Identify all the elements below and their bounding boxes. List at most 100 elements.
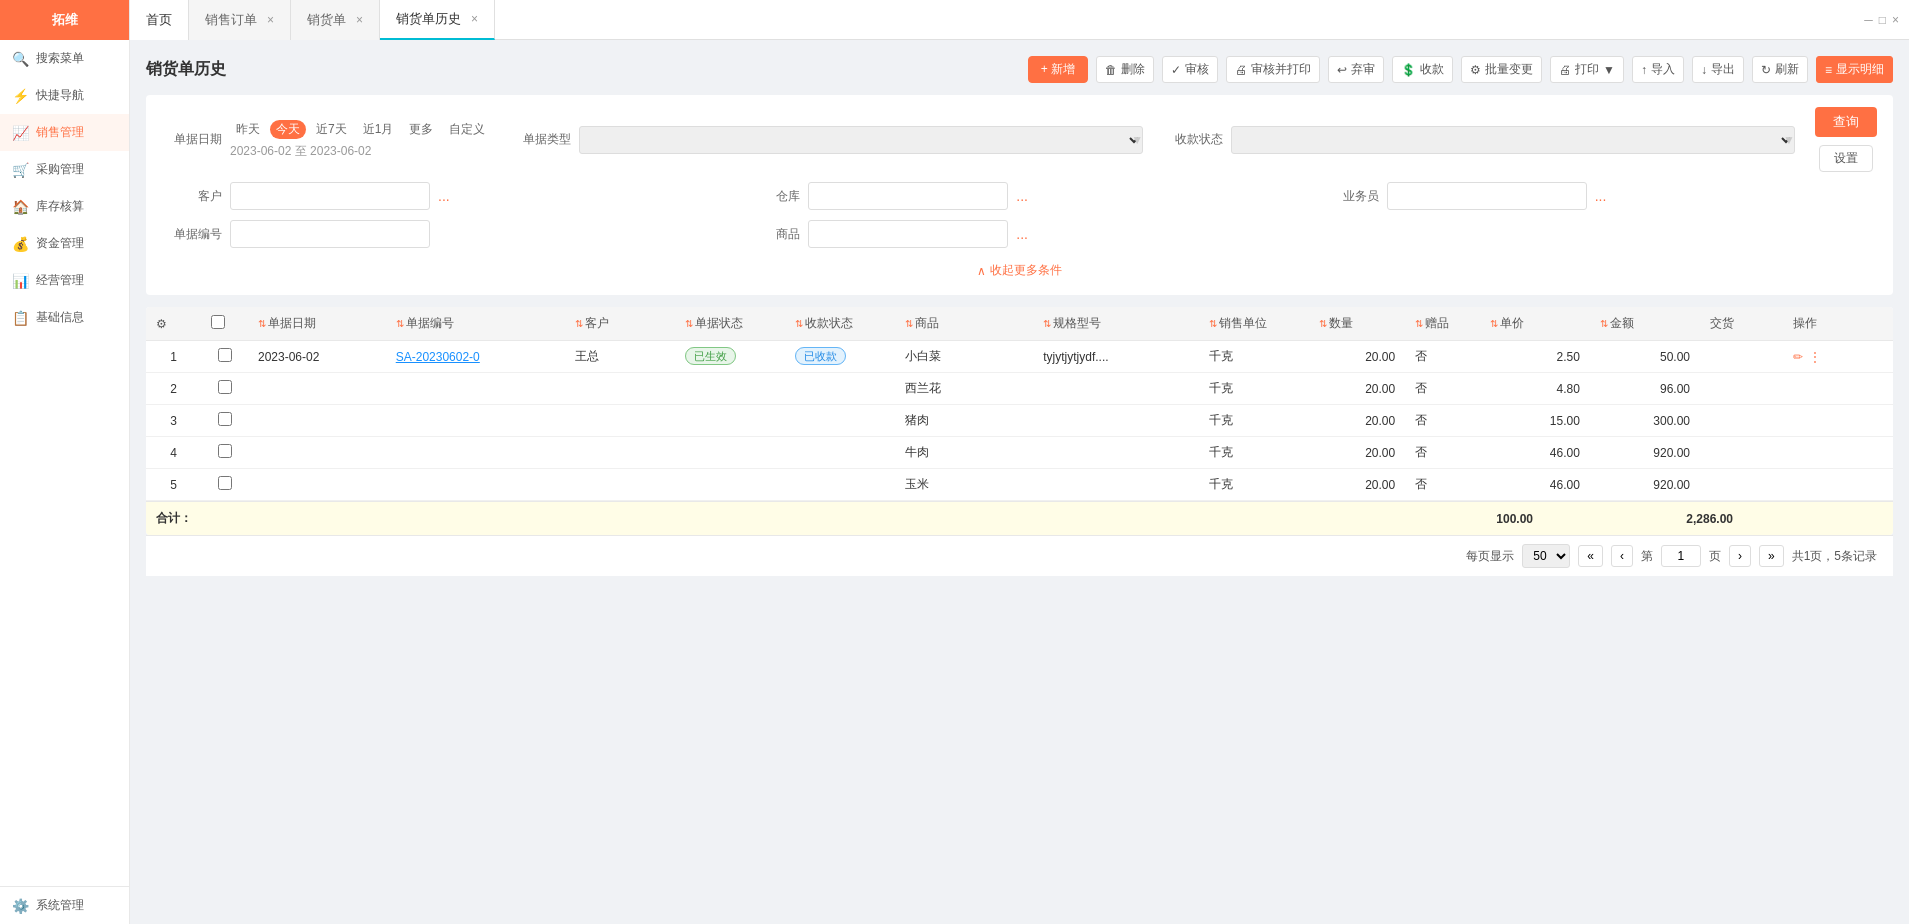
delete-button[interactable]: 🗑 删除 (1096, 56, 1154, 83)
maximize-btn[interactable]: □ (1879, 13, 1886, 27)
salesperson-ellipsis-btn[interactable]: ... (1595, 188, 1607, 204)
sidebar-item-purchase-mgmt[interactable]: 🛒 采购管理 (0, 151, 129, 188)
row-checkbox[interactable] (218, 348, 232, 362)
col-docstatus-header[interactable]: ⇅单据状态 (675, 307, 785, 341)
row-checkbox-cell[interactable] (201, 341, 248, 373)
col-checkbox-header[interactable] (201, 307, 248, 341)
row-docno[interactable] (386, 405, 565, 437)
goods-input[interactable] (808, 220, 1008, 248)
col-spec-header[interactable]: ⇅规格型号 (1033, 307, 1198, 341)
import-button[interactable]: ↑ 导入 (1632, 56, 1684, 83)
payment-status-select[interactable] (1231, 126, 1795, 154)
page-size-select[interactable]: 50 (1522, 544, 1570, 568)
minimize-btn[interactable]: ─ (1864, 13, 1873, 27)
docno-input[interactable] (230, 220, 430, 248)
last-page-btn[interactable]: » (1759, 545, 1784, 567)
row-customer (565, 437, 675, 469)
date-tag-yesterday[interactable]: 昨天 (230, 120, 266, 139)
row-checkbox-cell[interactable] (201, 437, 248, 469)
sidebar-item-sys-mgmt[interactable]: ⚙️ 系统管理 (0, 886, 129, 924)
payment-status-dropdown-icon: ▼ (1783, 133, 1795, 147)
close-btn-window[interactable]: × (1892, 13, 1899, 27)
audit-print-button[interactable]: 🖨 审核并打印 (1226, 56, 1320, 83)
sidebar-item-quick-nav[interactable]: ⚡ 快捷导航 (0, 77, 129, 114)
row-checkbox-cell[interactable] (201, 469, 248, 501)
tab-bar: 首页 销售订单 × 销货单 × 销货单历史 × ─ □ × (130, 0, 1909, 40)
row-docno[interactable] (386, 373, 565, 405)
tab-sales-goods-close[interactable]: × (356, 13, 363, 27)
doc-no-link[interactable]: SA-20230602-0 (396, 350, 480, 364)
col-customer-header[interactable]: ⇅客户 (565, 307, 675, 341)
tab-sales-goods[interactable]: 销货单 × (291, 0, 380, 40)
tab-home[interactable]: 首页 (130, 0, 189, 40)
tab-sales-history[interactable]: 销货单历史 × (380, 0, 495, 40)
col-price-header[interactable]: ⇅单价 (1480, 307, 1590, 341)
goods-ellipsis-btn[interactable]: ... (1016, 226, 1028, 242)
row-num: 3 (146, 405, 201, 437)
col-date-header[interactable]: ⇅单据日期 (248, 307, 386, 341)
collect-button[interactable]: 💲 收款 (1392, 56, 1453, 83)
collapse-button[interactable]: ∧ 收起更多条件 (162, 258, 1877, 283)
page-label-post: 页 (1709, 548, 1721, 565)
col-qty-header[interactable]: ⇅数量 (1309, 307, 1405, 341)
col-settings[interactable]: ⚙ (146, 307, 201, 341)
row-trade (1700, 405, 1783, 437)
more-action-btn[interactable]: ⋮ (1809, 350, 1821, 364)
customer-input[interactable] (230, 182, 430, 210)
col-paystatus-header[interactable]: ⇅收款状态 (785, 307, 895, 341)
sidebar-item-finance[interactable]: 💰 资金管理 (0, 225, 129, 262)
row-docno[interactable] (386, 469, 565, 501)
first-page-btn[interactable]: « (1578, 545, 1603, 567)
tab-sales-history-close[interactable]: × (471, 12, 478, 26)
prev-page-btn[interactable]: ‹ (1611, 545, 1633, 567)
sidebar-item-inventory[interactable]: 🏠 库存核算 (0, 188, 129, 225)
doc-type-select[interactable] (579, 126, 1143, 154)
row-checkbox-cell[interactable] (201, 405, 248, 437)
query-button[interactable]: 查询 (1815, 107, 1877, 137)
row-checkbox[interactable] (218, 444, 232, 458)
audit-button[interactable]: ✓ 审核 (1162, 56, 1218, 83)
next-page-btn[interactable]: › (1729, 545, 1751, 567)
customer-ellipsis-btn[interactable]: ... (438, 188, 450, 204)
row-checkbox[interactable] (218, 476, 232, 490)
sidebar-item-sales-mgmt[interactable]: 📈 销售管理 (0, 114, 129, 151)
date-tag-custom[interactable]: 自定义 (443, 120, 491, 139)
row-trade (1700, 469, 1783, 501)
row-docno[interactable]: SA-20230602-0 (386, 341, 565, 373)
edit-action-btn[interactable]: ✏ (1793, 350, 1803, 364)
tab-sales-order-close[interactable]: × (267, 13, 274, 27)
set-button[interactable]: 设置 (1819, 145, 1873, 172)
batch-change-button[interactable]: ⚙ 批量变更 (1461, 56, 1542, 83)
date-tag-1month[interactable]: 近1月 (357, 120, 400, 139)
row-checkbox-cell[interactable] (201, 373, 248, 405)
row-checkbox[interactable] (218, 412, 232, 426)
print-button[interactable]: 🖨 打印 ▼ (1550, 56, 1624, 83)
abandon-button[interactable]: ↩ 弃审 (1328, 56, 1384, 83)
page-number-input[interactable] (1661, 545, 1701, 567)
salesperson-input[interactable] (1387, 182, 1587, 210)
tab-sales-order[interactable]: 销售订单 × (189, 0, 291, 40)
summary-total-qty: 100.00 (1463, 512, 1533, 526)
page-title: 销货单历史 (146, 59, 226, 80)
refresh-button[interactable]: ↻ 刷新 (1752, 56, 1808, 83)
warehouse-ellipsis-btn[interactable]: ... (1016, 188, 1028, 204)
sidebar-item-search-menu[interactable]: 🔍 搜索菜单 (0, 40, 129, 77)
sidebar-item-basic-info[interactable]: 📋 基础信息 (0, 299, 129, 336)
select-all-checkbox[interactable] (211, 315, 225, 329)
sidebar-item-operations[interactable]: 📊 经营管理 (0, 262, 129, 299)
row-price: 4.80 (1480, 373, 1590, 405)
col-docno-header[interactable]: ⇅单据编号 (386, 307, 565, 341)
warehouse-input[interactable] (808, 182, 1008, 210)
new-button[interactable]: + 新增 (1028, 56, 1088, 83)
row-checkbox[interactable] (218, 380, 232, 394)
row-docno[interactable] (386, 437, 565, 469)
date-tag-7days[interactable]: 近7天 (310, 120, 353, 139)
date-tag-today[interactable]: 今天 (270, 120, 306, 139)
col-gift-header[interactable]: ⇅赠品 (1405, 307, 1479, 341)
show-detail-button[interactable]: ≡ 显示明细 (1816, 56, 1893, 83)
col-goods-header[interactable]: ⇅商品 (895, 307, 1033, 341)
col-unit-header[interactable]: ⇅销售单位 (1199, 307, 1309, 341)
export-button[interactable]: ↓ 导出 (1692, 56, 1744, 83)
col-amount-header[interactable]: ⇅金额 (1590, 307, 1700, 341)
date-tag-more[interactable]: 更多 (403, 120, 439, 139)
